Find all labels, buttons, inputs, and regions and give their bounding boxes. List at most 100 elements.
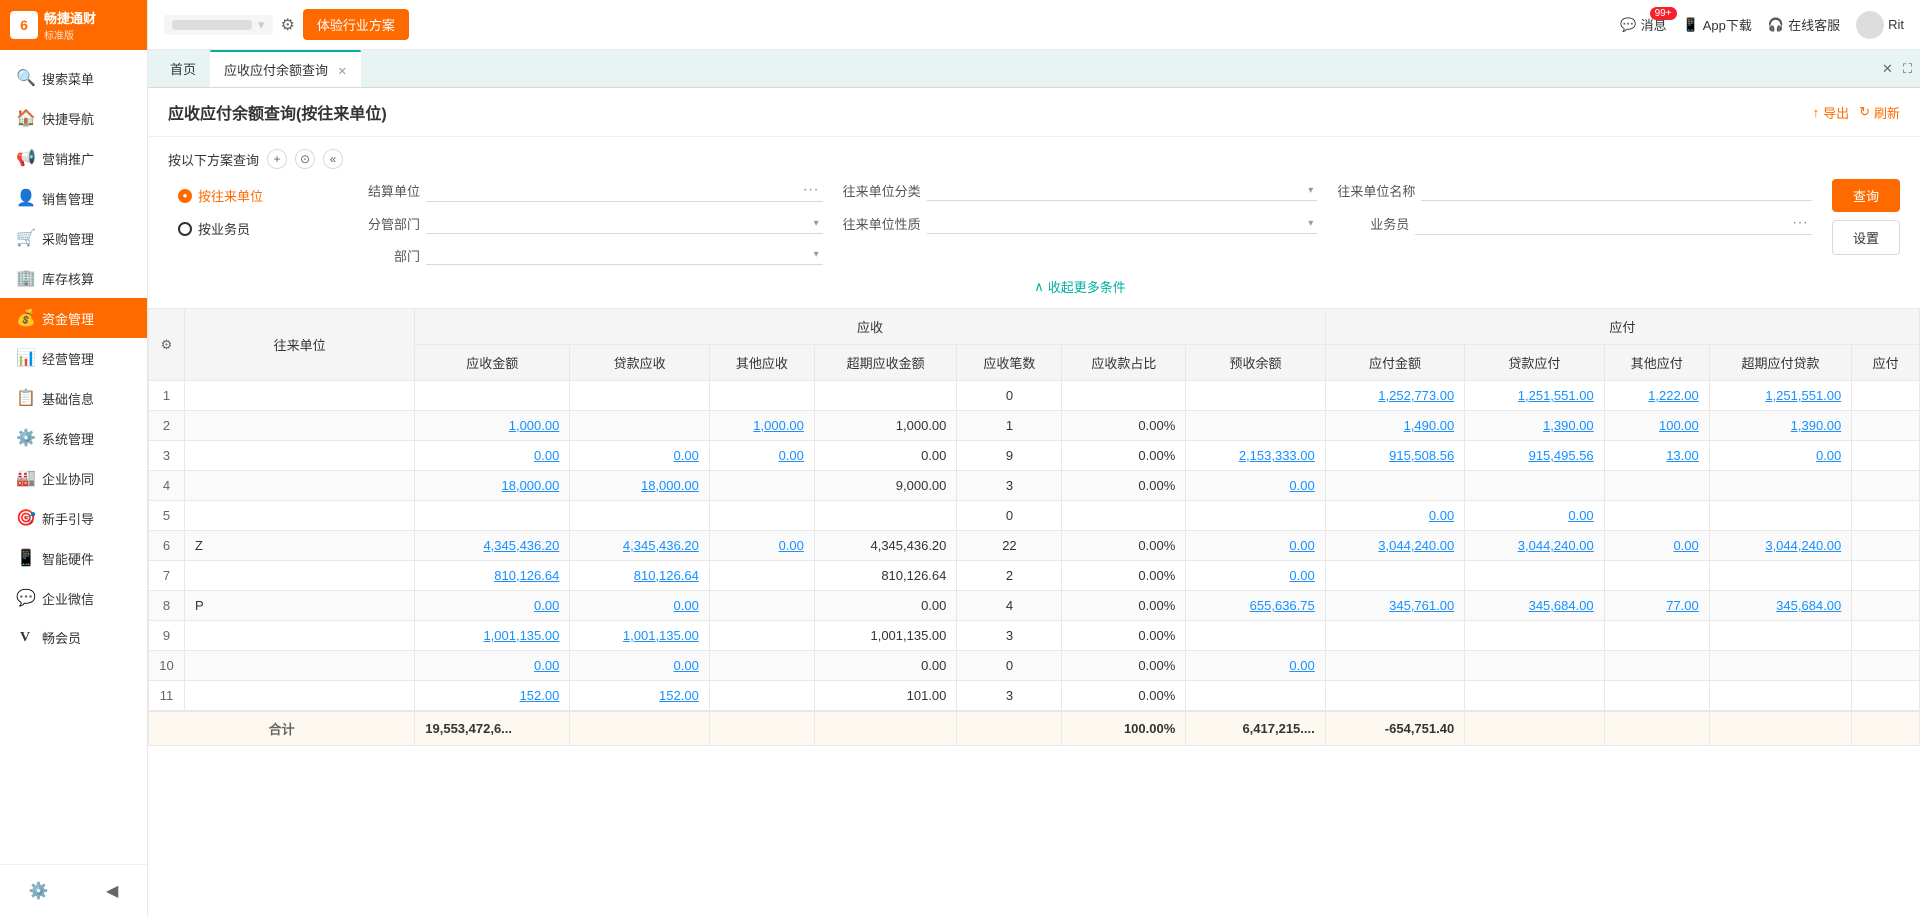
- table-cell[interactable]: 0.00: [709, 441, 814, 471]
- sidebar-item-search[interactable]: 🔍 搜索菜单: [0, 58, 147, 98]
- sidebar-item-hardware[interactable]: 📱 智能硬件: [0, 538, 147, 578]
- table-cell[interactable]: 0.00: [1186, 651, 1325, 681]
- cell-link[interactable]: 915,495.56: [1529, 448, 1594, 463]
- nav-by-staff[interactable]: 按业务员: [168, 212, 328, 245]
- th-settings[interactable]: ⚙: [149, 309, 185, 381]
- table-cell[interactable]: 0.00: [570, 591, 709, 621]
- table-cell[interactable]: 0.00: [415, 651, 570, 681]
- table-cell[interactable]: [1604, 681, 1709, 712]
- cell-link[interactable]: 1,000.00: [753, 418, 804, 433]
- table-cell[interactable]: [1325, 471, 1464, 501]
- table-cell[interactable]: 77.00: [1604, 591, 1709, 621]
- filter-input-settlement[interactable]: ···: [426, 179, 823, 202]
- table-cell[interactable]: [1186, 381, 1325, 411]
- sidebar-item-operations[interactable]: 📊 经营管理: [0, 338, 147, 378]
- table-cell[interactable]: [1709, 681, 1852, 712]
- table-cell[interactable]: 0.00: [1604, 531, 1709, 561]
- table-cell[interactable]: 1,222.00: [1604, 381, 1709, 411]
- table-cell[interactable]: [709, 501, 814, 531]
- cell-link[interactable]: 4,345,436.20: [483, 538, 559, 553]
- cell-link[interactable]: 13.00: [1666, 448, 1699, 463]
- table-cell[interactable]: 810,126.64: [415, 561, 570, 591]
- cell-link[interactable]: 810,126.64: [634, 568, 699, 583]
- sidebar-item-enterprise[interactable]: 🏭 企业协同: [0, 458, 147, 498]
- table-cell[interactable]: 1,001,135.00: [415, 621, 570, 651]
- table-cell[interactable]: 0.00: [415, 441, 570, 471]
- filter-input-nature[interactable]: ▾: [927, 214, 1318, 234]
- table-cell[interactable]: 1,390.00: [1709, 411, 1852, 441]
- cell-link[interactable]: 0.00: [1289, 568, 1314, 583]
- table-cell[interactable]: [1709, 471, 1852, 501]
- cell-link[interactable]: 0.00: [534, 448, 559, 463]
- table-cell[interactable]: 1,251,551.00: [1709, 381, 1852, 411]
- table-cell[interactable]: 0.00: [1465, 501, 1604, 531]
- salesman-dots-icon[interactable]: ···: [1792, 214, 1808, 232]
- table-cell[interactable]: 3,044,240.00: [1709, 531, 1852, 561]
- sidebar-item-guide[interactable]: 🎯 新手引导: [0, 498, 147, 538]
- cell-link[interactable]: 0.00: [674, 658, 699, 673]
- cell-link[interactable]: 0.00: [779, 538, 804, 553]
- cell-link[interactable]: 1,001,135.00: [623, 628, 699, 643]
- table-cell[interactable]: 345,761.00: [1325, 591, 1464, 621]
- table-cell[interactable]: 4,345,436.20: [570, 531, 709, 561]
- filter-settings-btn[interactable]: ⊙: [295, 149, 315, 169]
- table-cell[interactable]: 1,490.00: [1325, 411, 1464, 441]
- table-cell[interactable]: [709, 651, 814, 681]
- tab-close-btn[interactable]: ✕: [338, 66, 347, 78]
- table-settings-icon[interactable]: ⚙: [161, 337, 173, 352]
- unitname-input[interactable]: [1425, 183, 1808, 198]
- table-cell[interactable]: 345,684.00: [1709, 591, 1852, 621]
- cell-link[interactable]: 0.00: [534, 598, 559, 613]
- table-cell[interactable]: 18,000.00: [570, 471, 709, 501]
- header-gear-btn[interactable]: ⚙: [281, 15, 295, 35]
- category-input[interactable]: [931, 183, 1305, 198]
- sidebar-item-quicknav[interactable]: 🏠 快捷导航: [0, 98, 147, 138]
- sidebar-item-inventory[interactable]: 🏢 库存核算: [0, 258, 147, 298]
- table-cell[interactable]: 1,251,551.00: [1465, 381, 1604, 411]
- filter-add-btn[interactable]: +: [267, 149, 287, 169]
- cell-link[interactable]: 1,251,551.00: [1765, 388, 1841, 403]
- nature-input[interactable]: [931, 216, 1305, 231]
- table-cell[interactable]: 1,252,773.00: [1325, 381, 1464, 411]
- table-cell[interactable]: 1,000.00: [709, 411, 814, 441]
- table-cell[interactable]: [1709, 561, 1852, 591]
- table-cell[interactable]: 655,636.75: [1186, 591, 1325, 621]
- window-close-btn[interactable]: ✕: [1882, 61, 1893, 77]
- sidebar-item-finance[interactable]: 💰 资金管理: [0, 298, 147, 338]
- cell-link[interactable]: 3,044,240.00: [1378, 538, 1454, 553]
- table-cell[interactable]: [570, 411, 709, 441]
- table-cell[interactable]: [1186, 411, 1325, 441]
- table-cell[interactable]: [1465, 681, 1604, 712]
- table-cell[interactable]: 100.00: [1604, 411, 1709, 441]
- refresh-btn[interactable]: ↻ 刷新: [1859, 103, 1900, 122]
- filter-input-unitname[interactable]: [1421, 181, 1812, 201]
- cell-link[interactable]: 1,390.00: [1791, 418, 1842, 433]
- cell-link[interactable]: 0.00: [1289, 538, 1314, 553]
- sidebar-item-wechat[interactable]: 💬 企业微信: [0, 578, 147, 618]
- table-cell[interactable]: [1465, 651, 1604, 681]
- table-cell[interactable]: 152.00: [415, 681, 570, 712]
- online-service-btn[interactable]: 🎧 在线客服: [1768, 15, 1840, 34]
- cell-link[interactable]: 0.00: [1289, 478, 1314, 493]
- table-cell[interactable]: 0.00: [1186, 561, 1325, 591]
- cell-link[interactable]: 18,000.00: [502, 478, 560, 493]
- table-cell[interactable]: [709, 561, 814, 591]
- table-cell[interactable]: [1186, 621, 1325, 651]
- query-btn[interactable]: 查询: [1832, 179, 1900, 212]
- table-cell[interactable]: 0.00: [570, 651, 709, 681]
- table-cell[interactable]: 0.00: [570, 441, 709, 471]
- filter-input-branch[interactable]: ▾: [426, 245, 823, 265]
- tab-home[interactable]: 首页: [156, 51, 210, 86]
- table-cell[interactable]: 18,000.00: [415, 471, 570, 501]
- table-cell[interactable]: 2,153,333.00: [1186, 441, 1325, 471]
- cell-link[interactable]: 152.00: [659, 688, 699, 703]
- table-cell[interactable]: [1465, 561, 1604, 591]
- table-cell[interactable]: [1709, 501, 1852, 531]
- cell-link[interactable]: 915,508.56: [1389, 448, 1454, 463]
- sidebar-settings-btn[interactable]: ⚙️: [23, 875, 55, 907]
- table-cell[interactable]: 1,000.00: [415, 411, 570, 441]
- cell-link[interactable]: 0.00: [1816, 448, 1841, 463]
- table-cell[interactable]: [1325, 561, 1464, 591]
- cell-link[interactable]: 0.00: [1429, 508, 1454, 523]
- cell-link[interactable]: 1,222.00: [1648, 388, 1699, 403]
